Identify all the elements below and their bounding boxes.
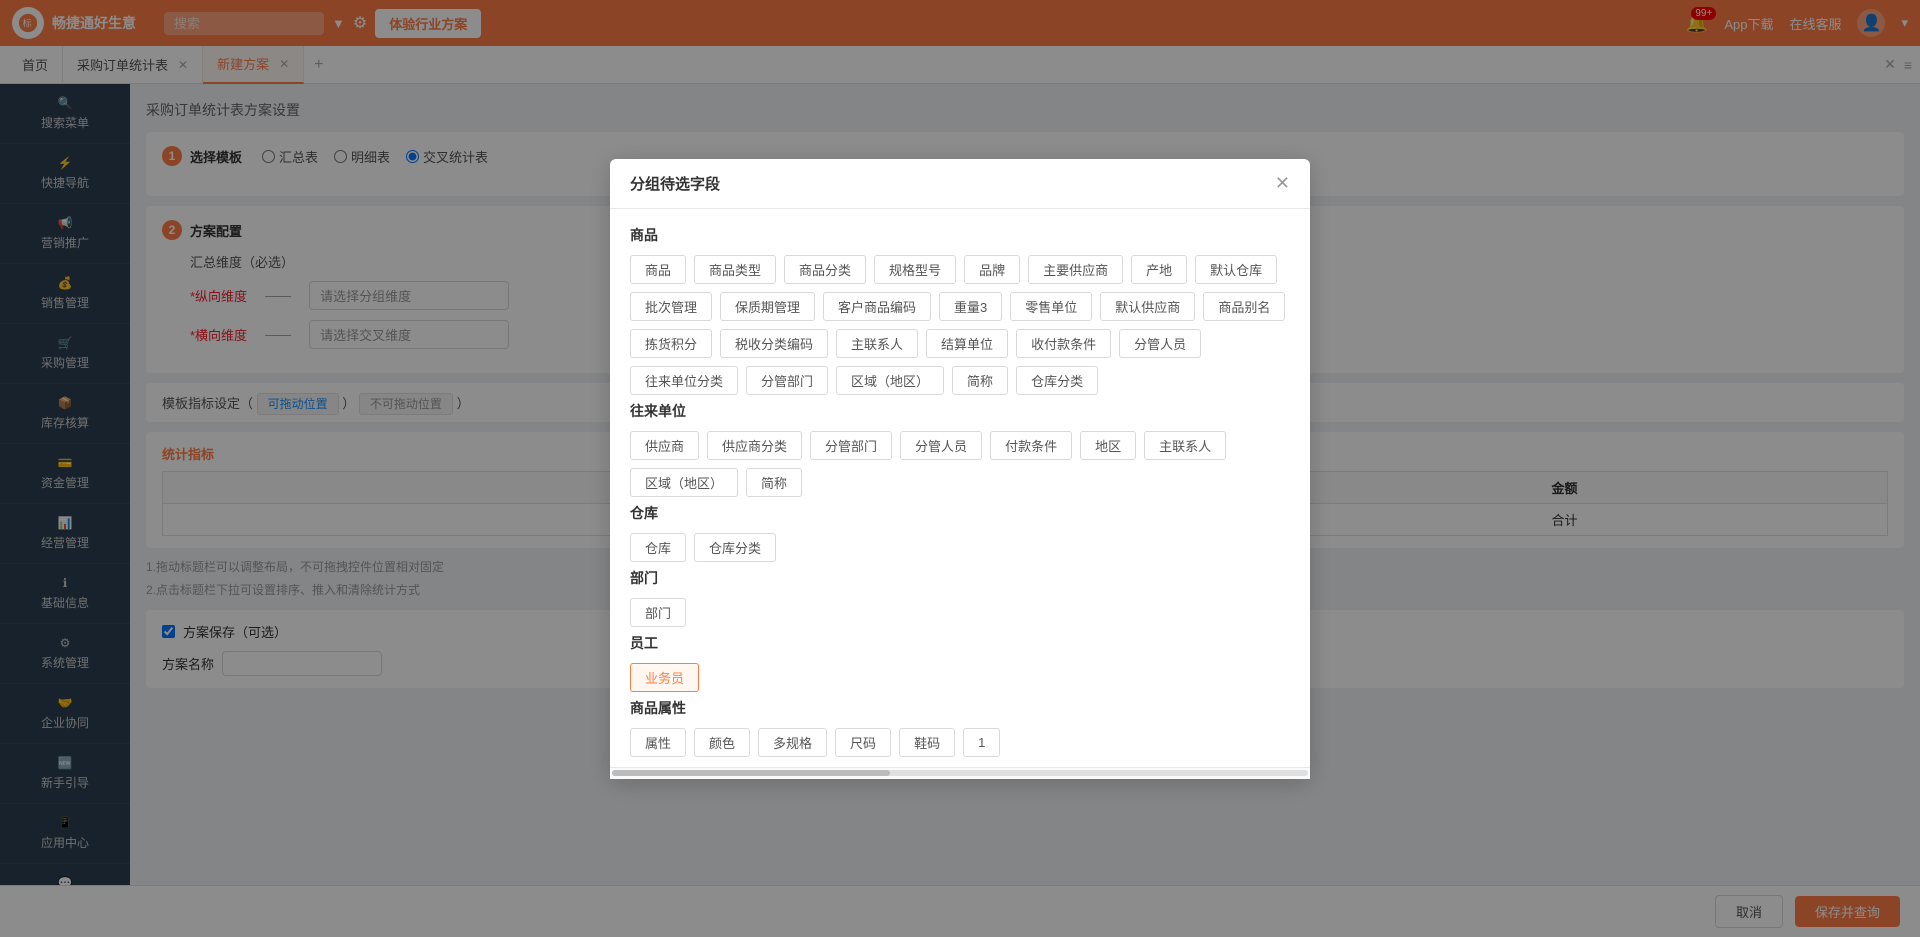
field-tag-salesperson[interactable]: 业务员 bbox=[630, 663, 699, 692]
section-employee: 员工 业务员 bbox=[630, 633, 1290, 692]
field-tag-supervisor[interactable]: 分管人员 bbox=[1119, 329, 1201, 358]
field-tag-region[interactable]: 区域（地区） bbox=[836, 366, 944, 395]
field-tag-origin[interactable]: 产地 bbox=[1131, 255, 1187, 284]
field-tag-color[interactable]: 颜色 bbox=[694, 728, 750, 757]
field-tag-partner-contact[interactable]: 主联系人 bbox=[1144, 431, 1226, 460]
field-tag-goods[interactable]: 商品 bbox=[630, 255, 686, 284]
field-tag-goods-type[interactable]: 商品类型 bbox=[694, 255, 776, 284]
field-tag-retail-unit[interactable]: 零售单位 bbox=[1010, 292, 1092, 321]
section-goods-title: 商品 bbox=[630, 225, 1290, 245]
section-dept-title: 部门 bbox=[630, 568, 1290, 588]
section-employee-title: 员工 bbox=[630, 633, 1290, 653]
section-dept-tags: 部门 bbox=[630, 598, 1290, 627]
section-warehouse-title: 仓库 bbox=[630, 503, 1290, 523]
field-tag-pay-terms[interactable]: 付款条件 bbox=[990, 431, 1072, 460]
section-employee-tags: 业务员 bbox=[630, 663, 1290, 692]
field-tag-default-warehouse[interactable]: 默认仓库 bbox=[1195, 255, 1277, 284]
section-warehouse: 仓库 仓库 仓库分类 bbox=[630, 503, 1290, 562]
field-tag-spec[interactable]: 规格型号 bbox=[874, 255, 956, 284]
field-tag-partner-short[interactable]: 简称 bbox=[746, 468, 802, 497]
field-tag-multi-spec[interactable]: 多规格 bbox=[758, 728, 827, 757]
section-partner: 往来单位 供应商 供应商分类 分管部门 分管人员 付款条件 地区 主联系人 区域… bbox=[630, 401, 1290, 497]
field-tag-batch[interactable]: 批次管理 bbox=[630, 292, 712, 321]
field-tag-partner-category[interactable]: 往来单位分类 bbox=[630, 366, 738, 395]
field-tag-warehouse-category[interactable]: 仓库分类 bbox=[1016, 366, 1098, 395]
field-tag-dept-supervisor[interactable]: 分管部门 bbox=[746, 366, 828, 395]
field-tag-partner-supervisor[interactable]: 分管人员 bbox=[900, 431, 982, 460]
section-partner-tags: 供应商 供应商分类 分管部门 分管人员 付款条件 地区 主联系人 区域（地区） … bbox=[630, 431, 1290, 497]
field-tag-weight[interactable]: 重量3 bbox=[939, 292, 1002, 321]
section-goods-tags: 商品 商品类型 商品分类 规格型号 品牌 主要供应商 产地 默认仓库 批次管理 … bbox=[630, 255, 1290, 395]
field-tag-default-supplier[interactable]: 默认供应商 bbox=[1100, 292, 1195, 321]
modal-title: 分组待选字段 bbox=[630, 173, 720, 194]
modal-overlay: 分组待选字段 ✕ 商品 商品 商品类型 商品分类 规格型号 品牌 主要供应商 产… bbox=[0, 0, 1920, 937]
field-tag-tax-code[interactable]: 税收分类编码 bbox=[720, 329, 828, 358]
field-tag-warehouse-cat[interactable]: 仓库分类 bbox=[694, 533, 776, 562]
hscroll-track bbox=[612, 770, 1308, 776]
field-tag-attr[interactable]: 属性 bbox=[630, 728, 686, 757]
field-tag-brand[interactable]: 品牌 bbox=[964, 255, 1020, 284]
field-tag-main-supplier[interactable]: 主要供应商 bbox=[1028, 255, 1123, 284]
field-tag-supplier[interactable]: 供应商 bbox=[630, 431, 699, 460]
field-tag-goods-category[interactable]: 商品分类 bbox=[784, 255, 866, 284]
field-tag-size[interactable]: 尺码 bbox=[835, 728, 891, 757]
modal: 分组待选字段 ✕ 商品 商品 商品类型 商品分类 规格型号 品牌 主要供应商 产… bbox=[610, 159, 1310, 779]
field-tag-partner-region[interactable]: 区域（地区） bbox=[630, 468, 738, 497]
section-goods-attr-tags: 属性 颜色 多规格 尺码 鞋码 1 bbox=[630, 728, 1290, 757]
modal-header: 分组待选字段 ✕ bbox=[610, 159, 1310, 209]
modal-close-button[interactable]: ✕ bbox=[1275, 173, 1290, 194]
field-tag-supplier-category[interactable]: 供应商分类 bbox=[707, 431, 802, 460]
field-tag-shelf-life[interactable]: 保质期管理 bbox=[720, 292, 815, 321]
section-warehouse-tags: 仓库 仓库分类 bbox=[630, 533, 1290, 562]
field-tag-partner-dept[interactable]: 分管部门 bbox=[810, 431, 892, 460]
section-goods: 商品 商品 商品类型 商品分类 规格型号 品牌 主要供应商 产地 默认仓库 批次… bbox=[630, 225, 1290, 395]
field-tag-short-name[interactable]: 简称 bbox=[952, 366, 1008, 395]
field-tag-payment-terms[interactable]: 收付款条件 bbox=[1016, 329, 1111, 358]
section-partner-title: 往来单位 bbox=[630, 401, 1290, 421]
field-tag-settlement-unit[interactable]: 结算单位 bbox=[926, 329, 1008, 358]
section-dept: 部门 部门 bbox=[630, 568, 1290, 627]
field-tag-dept[interactable]: 部门 bbox=[630, 598, 686, 627]
modal-horizontal-scrollbar[interactable] bbox=[610, 767, 1310, 779]
section-goods-attr: 商品属性 属性 颜色 多规格 尺码 鞋码 1 bbox=[630, 698, 1290, 757]
field-tag-custom1[interactable]: 1 bbox=[963, 728, 1000, 757]
field-tag-goods-alias[interactable]: 商品别名 bbox=[1203, 292, 1285, 321]
section-goods-attr-title: 商品属性 bbox=[630, 698, 1290, 718]
field-tag-area[interactable]: 地区 bbox=[1080, 431, 1136, 460]
field-tag-shoe-size[interactable]: 鞋码 bbox=[899, 728, 955, 757]
hscroll-thumb bbox=[612, 770, 890, 776]
modal-body[interactable]: 商品 商品 商品类型 商品分类 规格型号 品牌 主要供应商 产地 默认仓库 批次… bbox=[610, 209, 1310, 767]
field-tag-pick-points[interactable]: 拣货积分 bbox=[630, 329, 712, 358]
field-tag-warehouse[interactable]: 仓库 bbox=[630, 533, 686, 562]
field-tag-main-contact[interactable]: 主联系人 bbox=[836, 329, 918, 358]
field-tag-customer-code[interactable]: 客户商品编码 bbox=[823, 292, 931, 321]
